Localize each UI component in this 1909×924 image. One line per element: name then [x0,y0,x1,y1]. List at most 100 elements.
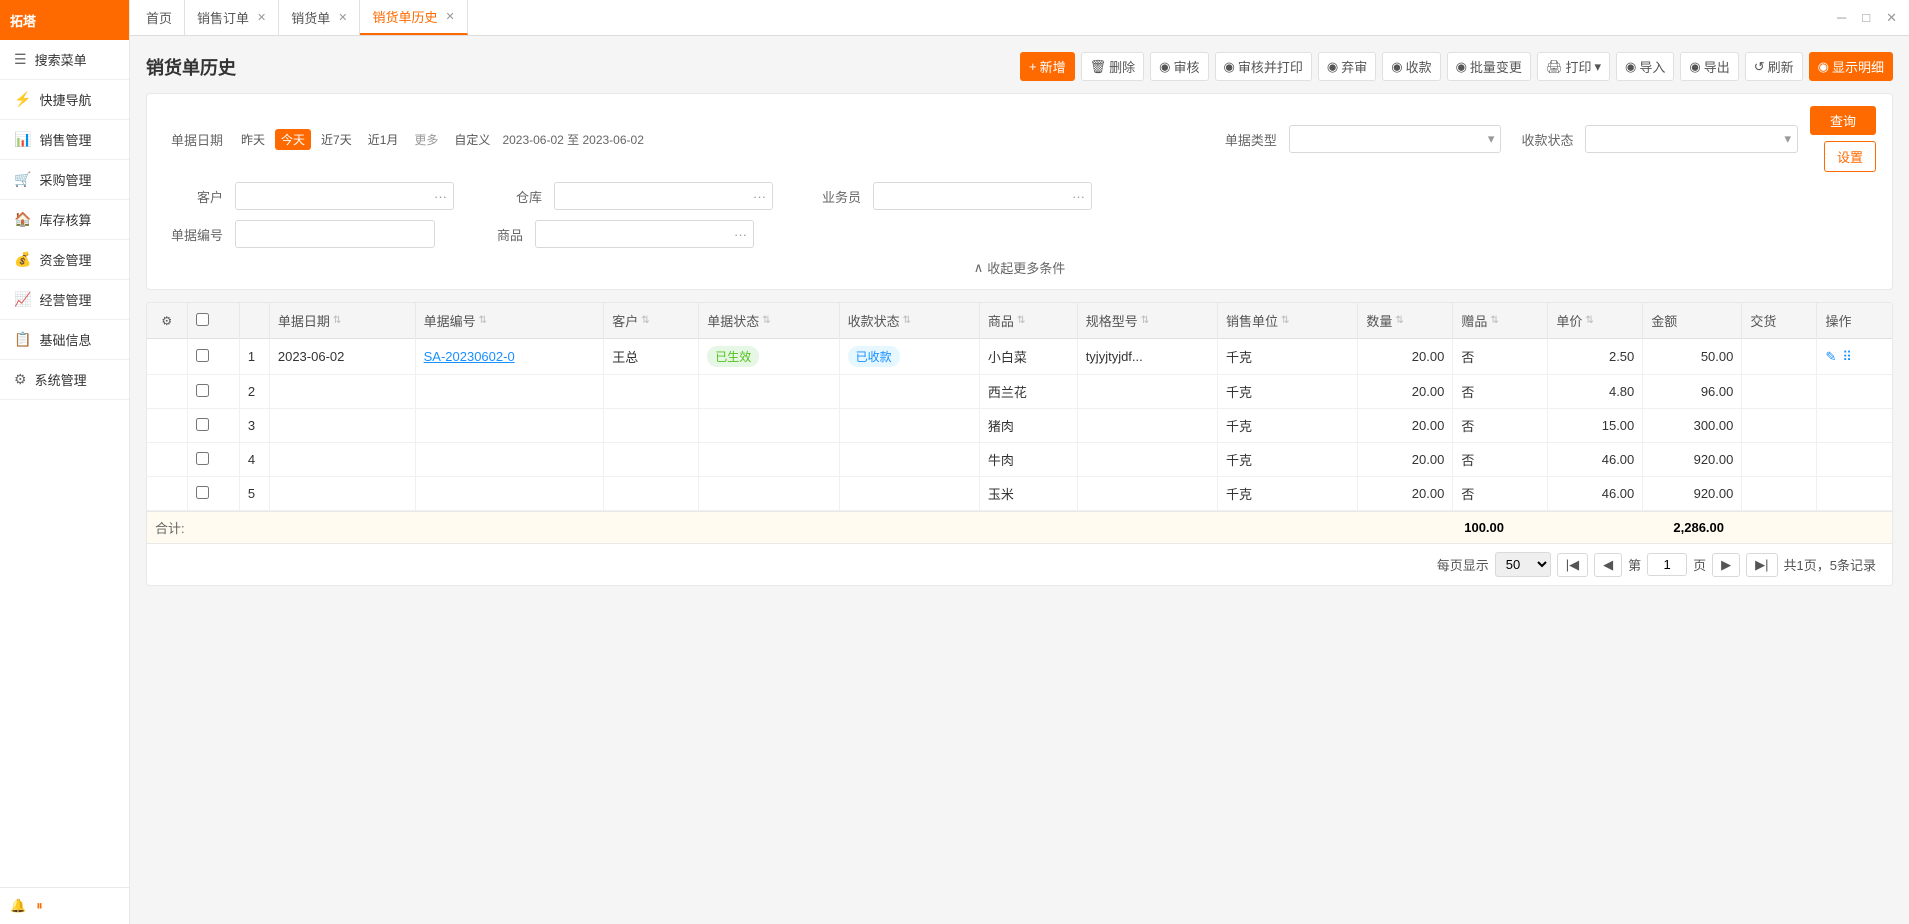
customer-field[interactable] [236,185,428,208]
sidebar-item-sys-mgmt[interactable]: ⚙ 系统管理 [0,360,129,400]
th-doc-no[interactable]: 单据编号 ⇅ [415,303,604,339]
shortcut-yesterday[interactable]: 昨天 [235,129,271,150]
td-qty-2: 20.00 [1358,375,1453,409]
delete-button[interactable]: 🗑 删除 [1081,52,1145,81]
collect-status-field[interactable] [1586,128,1778,151]
shortcut-custom[interactable]: 自定义 [448,129,496,150]
page-input[interactable] [1647,553,1687,576]
tab-home[interactable]: 首页 [134,0,185,35]
row-checkbox-1[interactable] [196,349,209,362]
sidebar-item-sales-mgmt[interactable]: 📊 销售管理 [0,120,129,160]
sidebar-item-ops-mgmt[interactable]: 📈 经营管理 [0,280,129,320]
tab-sales-order[interactable]: 销售订单 ✕ [185,0,279,35]
batch-change-button[interactable]: ◉ 批量变更 [1447,52,1531,81]
td-doc-no-1[interactable]: SA-20230602-0 [415,339,604,375]
more-action-1[interactable]: ⠿ [1842,349,1852,365]
doc-type-dropdown-icon[interactable]: ▾ [1482,131,1501,147]
td-unit-1: 千克 [1218,339,1358,375]
customer-dots[interactable]: ··· [428,189,453,204]
page-size-select[interactable]: 20 50 100 [1495,552,1551,577]
print-button[interactable]: 🖨 打印 ▾ [1537,52,1610,81]
shortcut-more[interactable]: 更多 [408,129,444,150]
notification-icon[interactable]: 🔔 [10,898,26,914]
collect-status-dropdown-icon[interactable]: ▾ [1778,131,1797,147]
th-doc-status[interactable]: 单据状态 ⇅ [699,303,839,339]
shortcut-1month[interactable]: 近1月 [362,129,405,150]
select-all-checkbox[interactable] [196,313,209,326]
close-sales-history-tab[interactable]: ✕ [446,10,455,23]
sidebar-item-quick-nav[interactable]: ⚡ 快捷导航 [0,80,129,120]
td-goods-3: 猪肉 [979,409,1077,443]
next-page-button[interactable]: ▶ [1712,553,1740,577]
edit-action-1[interactable]: ✎ [1825,349,1836,365]
window-minimize[interactable]: ─ [1829,10,1854,25]
export-button[interactable]: ◉ 导出 [1680,52,1738,81]
tab-sales-history[interactable]: 销货单历史 ✕ [360,0,467,35]
sidebar-item-purchase-mgmt[interactable]: 🛒 采购管理 [0,160,129,200]
th-action: 操作 [1817,303,1892,339]
import-button[interactable]: ◉ 导入 [1616,52,1674,81]
tab-sales-goods[interactable]: 销货单 ✕ [279,0,360,35]
sidebar-item-search-menu[interactable]: ☰ 搜索菜单 [0,40,129,80]
collapse-button[interactable]: ∧ 收起更多条件 [163,258,1876,277]
td-unit-4: 千克 [1218,443,1358,477]
doc-type-input[interactable]: ▾ [1289,125,1502,153]
goods-input[interactable]: ··· [535,220,754,248]
query-button[interactable]: 查询 [1810,106,1876,135]
row-checkbox-4[interactable] [196,452,209,465]
th-gift[interactable]: 赠品 ⇅ [1453,303,1548,339]
export-icon: ◉ [1689,59,1700,75]
staff-dots[interactable]: ··· [1066,189,1091,204]
staff-input[interactable]: ··· [873,182,1092,210]
warehouse-dots[interactable]: ··· [747,189,772,204]
td-checkbox-1[interactable] [187,339,239,375]
th-goods[interactable]: 商品 ⇅ [979,303,1077,339]
warehouse-input[interactable]: ··· [554,182,773,210]
td-unit-2: 千克 [1218,375,1358,409]
settings-button[interactable]: 设置 [1824,141,1876,172]
th-settings[interactable]: ⚙ [147,303,187,339]
refresh-button[interactable]: ↺ 刷新 [1745,52,1803,81]
warehouse-label: 仓库 [482,187,542,206]
sidebar-item-fund-mgmt[interactable]: 💰 资金管理 [0,240,129,280]
doc-no-input[interactable] [235,220,435,248]
th-spec[interactable]: 规格型号 ⇅ [1077,303,1217,339]
audit-button[interactable]: ◉ 审核 [1150,52,1208,81]
collect-status-input[interactable]: ▾ [1585,125,1798,153]
warehouse-field[interactable] [555,185,747,208]
prev-page-button[interactable]: ◀ [1594,553,1622,577]
last-page-button[interactable]: ▶| [1746,553,1777,577]
th-unit[interactable]: 销售单位 ⇅ [1218,303,1358,339]
audit-print-button[interactable]: ◉ 审核并打印 [1215,52,1312,81]
th-checkbox[interactable] [187,303,239,339]
goods-dots[interactable]: ··· [728,227,753,242]
abandon-button[interactable]: ◉ 弃审 [1318,52,1376,81]
print-icon: 🖨 [1546,59,1563,75]
th-doc-date[interactable]: 单据日期 ⇅ [269,303,415,339]
shortcut-today[interactable]: 今天 [275,129,311,150]
window-close[interactable]: ✕ [1878,10,1905,26]
th-qty[interactable]: 数量 ⇅ [1358,303,1453,339]
th-unit-price[interactable]: 单价 ⇅ [1548,303,1643,339]
staff-field[interactable] [874,185,1066,208]
th-collect-status[interactable]: 收款状态 ⇅ [839,303,979,339]
window-maximize[interactable]: □ [1854,10,1878,25]
sidebar-item-basic-info[interactable]: 📋 基础信息 [0,320,129,360]
customer-input[interactable]: ··· [235,182,454,210]
collect-button[interactable]: ◉ 收款 [1382,52,1440,81]
show-detail-button[interactable]: ◉ 显示明细 [1809,52,1893,81]
row-checkbox-2[interactable] [196,384,209,397]
pause-icon[interactable]: ⏸ [36,898,43,914]
doc-type-field[interactable] [1290,128,1482,151]
td-amount-1: 50.00 [1643,339,1742,375]
goods-field[interactable] [536,223,728,246]
th-customer[interactable]: 客户 ⇅ [604,303,699,339]
sidebar-item-inventory-calc[interactable]: 🏠 库存核算 [0,200,129,240]
row-checkbox-5[interactable] [196,486,209,499]
shortcut-7days[interactable]: 近7天 [315,129,358,150]
row-checkbox-3[interactable] [196,418,209,431]
close-sales-goods-tab[interactable]: ✕ [338,11,347,24]
add-button[interactable]: + 新增 [1020,52,1075,81]
close-sales-order-tab[interactable]: ✕ [257,11,266,24]
first-page-button[interactable]: |◀ [1557,553,1588,577]
